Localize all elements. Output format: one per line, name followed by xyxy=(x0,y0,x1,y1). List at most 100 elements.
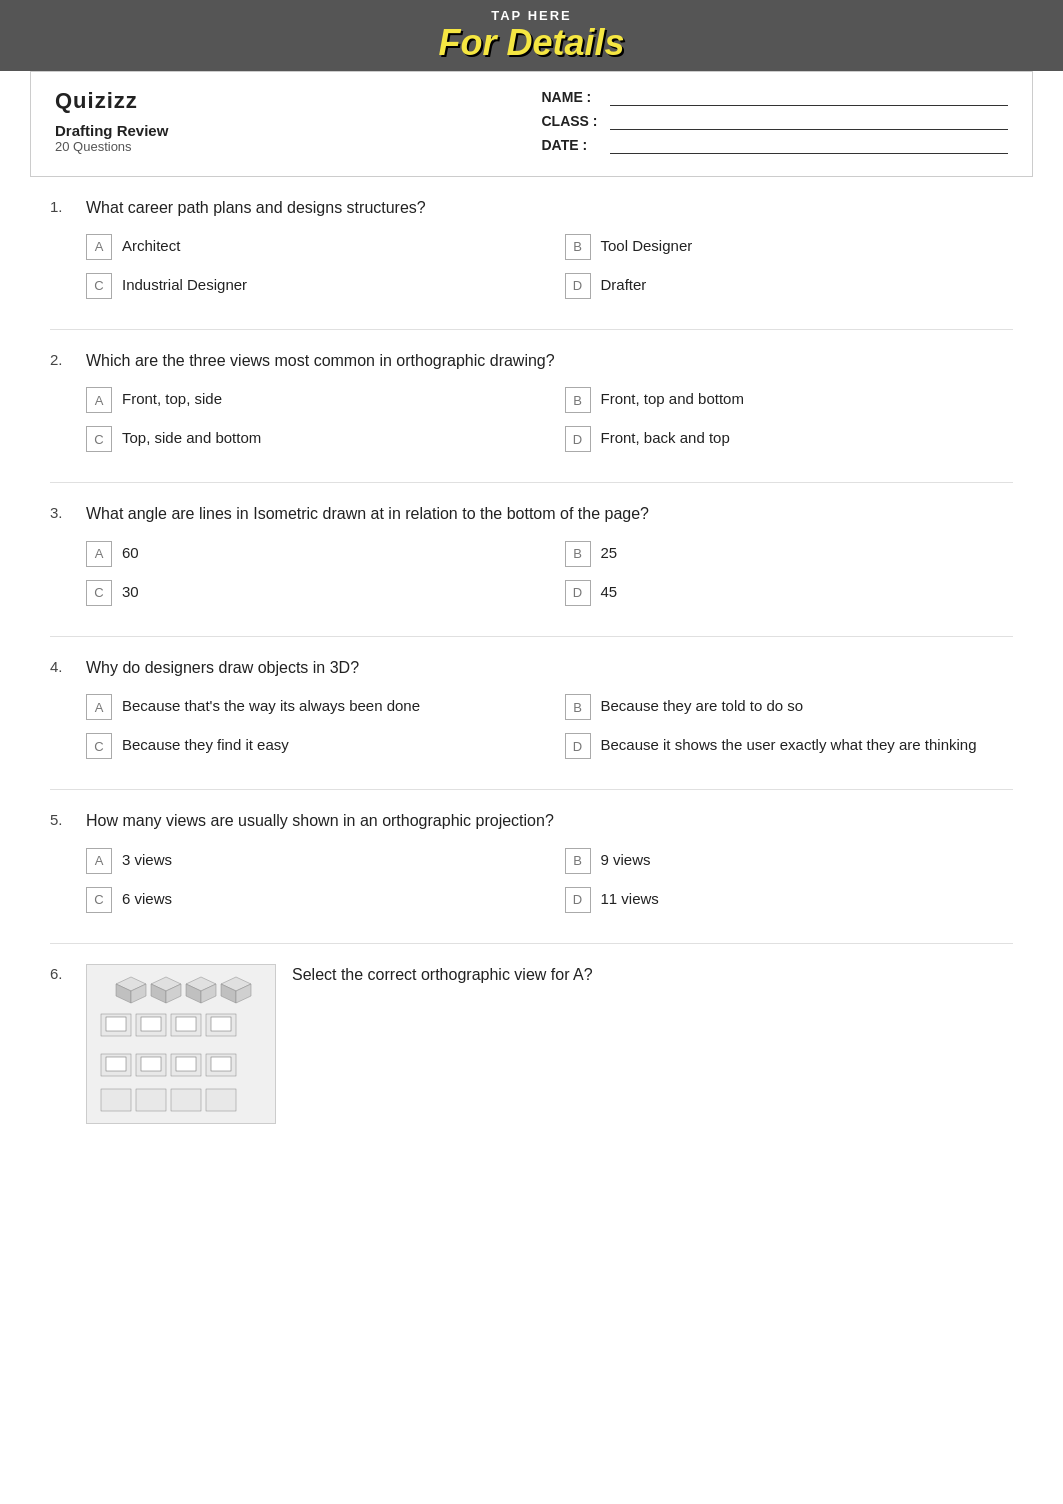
answer-5c-text: 6 views xyxy=(122,886,172,911)
question-4-answers: A Because that's the way its always been… xyxy=(86,693,1013,759)
answer-5c-letter: C xyxy=(86,887,112,913)
header-left: Quizizz Drafting Review 20 Questions xyxy=(55,88,522,154)
answer-1b-text: Tool Designer xyxy=(601,233,693,258)
question-6-row: 6. xyxy=(50,964,1013,1124)
question-1-text: What career path plans and designs struc… xyxy=(86,197,426,219)
question-4-text: Why do designers draw objects in 3D? xyxy=(86,657,359,679)
answer-1b: B Tool Designer xyxy=(565,233,1014,260)
answer-2c-text: Top, side and bottom xyxy=(122,425,261,450)
question-3-number: 3. xyxy=(50,503,86,521)
answer-1c-letter: C xyxy=(86,273,112,299)
answer-4b-text: Because they are told to do so xyxy=(601,693,804,718)
answer-5a: A 3 views xyxy=(86,847,535,874)
question-1-number: 1. xyxy=(50,197,86,215)
answer-1a: A Architect xyxy=(86,233,535,260)
svg-rect-21 xyxy=(106,1057,126,1071)
answer-5a-letter: A xyxy=(86,848,112,874)
for-details-text: For Details xyxy=(438,23,624,63)
svg-rect-30 xyxy=(171,1089,201,1111)
answer-4d-text: Because it shows the user exactly what t… xyxy=(601,732,977,757)
answer-4d-letter: D xyxy=(565,733,591,759)
divider-5 xyxy=(50,943,1013,944)
question-4-row: 4. Why do designers draw objects in 3D? xyxy=(50,657,1013,679)
answer-2a-text: Front, top, side xyxy=(122,386,222,411)
page-content: 1. What career path plans and designs st… xyxy=(0,177,1063,1174)
question-6-number: 6. xyxy=(50,964,86,982)
answer-5b: B 9 views xyxy=(565,847,1014,874)
answer-4c-text: Because they find it easy xyxy=(122,732,289,757)
divider-3 xyxy=(50,636,1013,637)
answer-4a: A Because that's the way its always been… xyxy=(86,693,535,720)
svg-rect-15 xyxy=(141,1017,161,1031)
svg-rect-23 xyxy=(141,1057,161,1071)
svg-rect-19 xyxy=(211,1017,231,1031)
question-5-text: How many views are usually shown in an o… xyxy=(86,810,554,832)
answer-5b-text: 9 views xyxy=(601,847,651,872)
question-6-content: Select the correct orthographic view for… xyxy=(86,964,593,1124)
date-label: DATE : xyxy=(542,137,602,153)
question-2-text: Which are the three views most common in… xyxy=(86,350,555,372)
answer-4b: B Because they are told to do so xyxy=(565,693,1014,720)
question-3-row: 3. What angle are lines in Isometric dra… xyxy=(50,503,1013,525)
question-4-number: 4. xyxy=(50,657,86,675)
answer-2a: A Front, top, side xyxy=(86,386,535,413)
question-5-number: 5. xyxy=(50,810,86,828)
quizizz-logo: Quizizz xyxy=(55,88,522,114)
tap-here-text: TAP HERE xyxy=(438,8,624,23)
class-input-line xyxy=(610,112,1009,130)
answer-3a-text: 60 xyxy=(122,540,139,565)
question-5-row: 5. How many views are usually shown in a… xyxy=(50,810,1013,832)
question-1-row: 1. What career path plans and designs st… xyxy=(50,197,1013,219)
quiz-title: Drafting Review xyxy=(55,122,522,139)
answer-2d: D Front, back and top xyxy=(565,425,1014,452)
question-1-answers: A Architect B Tool Designer C Industrial… xyxy=(86,233,1013,299)
answer-2d-letter: D xyxy=(565,426,591,452)
name-input-line xyxy=(610,88,1009,106)
question-2: 2. Which are the three views most common… xyxy=(50,350,1013,452)
answer-5d-text: 11 views xyxy=(601,886,659,911)
answer-1d-letter: D xyxy=(565,273,591,299)
answer-2c: C Top, side and bottom xyxy=(86,425,535,452)
name-label: NAME : xyxy=(542,89,602,105)
answer-1b-letter: B xyxy=(565,234,591,260)
answer-1d-text: Drafter xyxy=(601,272,647,297)
quiz-questions: 20 Questions xyxy=(55,139,522,154)
question-2-answers: A Front, top, side B Front, top and bott… xyxy=(86,386,1013,452)
question-3-answers: A 60 B 25 C 30 D 45 xyxy=(86,540,1013,606)
answer-3d-letter: D xyxy=(565,580,591,606)
header-right: NAME : CLASS : DATE : xyxy=(522,88,1009,160)
question-6-text: Select the correct orthographic view for… xyxy=(292,964,593,986)
answer-2b-text: Front, top and bottom xyxy=(601,386,744,411)
iso-drawing xyxy=(91,969,271,1119)
answer-4d: D Because it shows the user exactly what… xyxy=(565,732,1014,759)
question-3-text: What angle are lines in Isometric drawn … xyxy=(86,503,649,525)
logo-text: Quizizz xyxy=(55,88,138,114)
header-bar: TAP HERE For Details xyxy=(0,0,1063,71)
divider-1 xyxy=(50,329,1013,330)
tap-here-banner[interactable]: TAP HERE For Details xyxy=(438,8,624,63)
svg-rect-25 xyxy=(176,1057,196,1071)
answer-2c-letter: C xyxy=(86,426,112,452)
answer-3c-letter: C xyxy=(86,580,112,606)
answer-4a-letter: A xyxy=(86,694,112,720)
answer-1d: D Drafter xyxy=(565,272,1014,299)
answer-3c-text: 30 xyxy=(122,579,139,604)
question-5: 5. How many views are usually shown in a… xyxy=(50,810,1013,912)
svg-rect-27 xyxy=(211,1057,231,1071)
svg-rect-28 xyxy=(101,1089,131,1111)
answer-1c: C Industrial Designer xyxy=(86,272,535,299)
answer-5d-letter: D xyxy=(565,887,591,913)
question-2-number: 2. xyxy=(50,350,86,368)
answer-2a-letter: A xyxy=(86,387,112,413)
answer-1a-text: Architect xyxy=(122,233,180,258)
answer-2d-text: Front, back and top xyxy=(601,425,730,450)
svg-rect-13 xyxy=(106,1017,126,1031)
question-4: 4. Why do designers draw objects in 3D? … xyxy=(50,657,1013,759)
answer-3c: C 30 xyxy=(86,579,535,606)
answer-3d: D 45 xyxy=(565,579,1014,606)
answer-3b-letter: B xyxy=(565,541,591,567)
question-3: 3. What angle are lines in Isometric dra… xyxy=(50,503,1013,605)
answer-1c-text: Industrial Designer xyxy=(122,272,247,297)
answer-1a-letter: A xyxy=(86,234,112,260)
answer-2b-letter: B xyxy=(565,387,591,413)
